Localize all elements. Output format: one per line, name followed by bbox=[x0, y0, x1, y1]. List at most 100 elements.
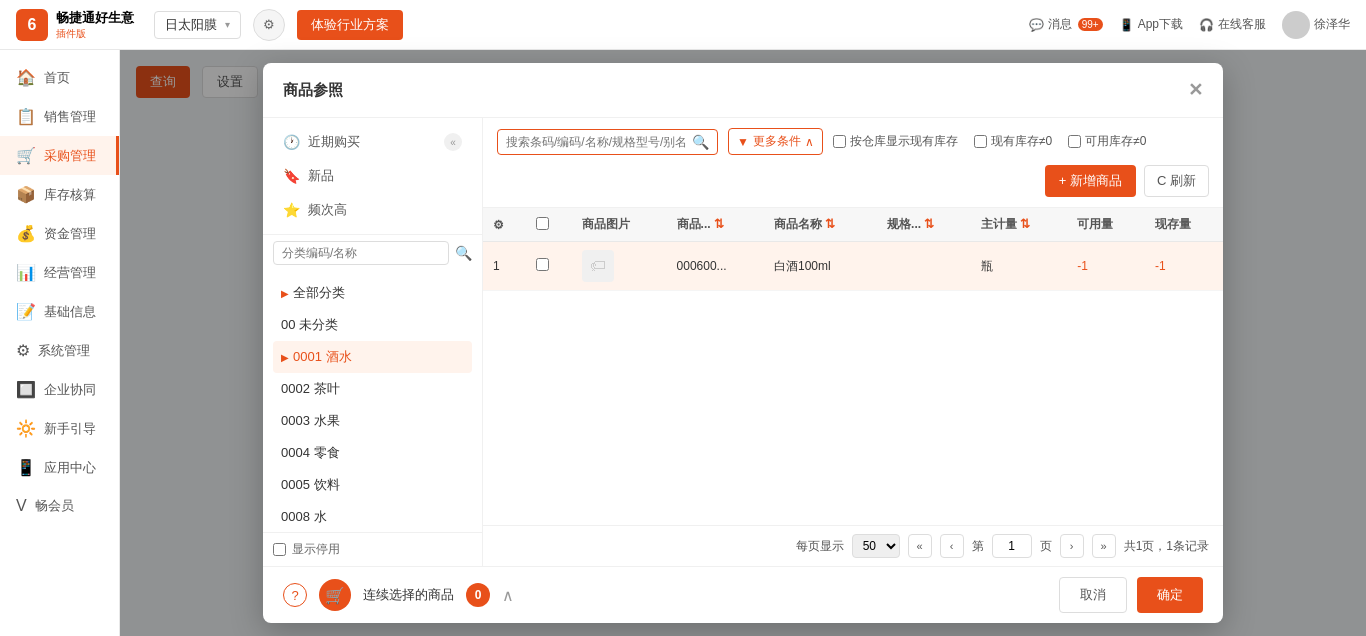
row-unit: 瓶 bbox=[971, 242, 1067, 291]
new-products-item[interactable]: 🔖 新品 bbox=[273, 160, 472, 192]
stock-checkbox-label[interactable]: 现有库存≠0 bbox=[974, 133, 1052, 150]
modal-close-button[interactable]: ✕ bbox=[1188, 79, 1203, 101]
sidebar-item-home[interactable]: 🏠 首页 bbox=[0, 58, 119, 97]
sidebar-item-sales[interactable]: 📋 销售管理 bbox=[0, 97, 119, 136]
col-available[interactable]: 可用量 bbox=[1067, 208, 1145, 242]
help-icon[interactable]: ? bbox=[283, 583, 307, 607]
category-tree: ▶ 全部分类 00 未分类 ▶ 0001 酒水 0002 茶 bbox=[263, 271, 482, 532]
page-input[interactable]: 1 bbox=[992, 534, 1032, 558]
search-icon[interactable]: 🔍 bbox=[692, 134, 709, 150]
sidebar-item-finance[interactable]: 💰 资金管理 bbox=[0, 214, 119, 253]
row-name: 白酒100ml bbox=[764, 242, 877, 291]
page-prev-button[interactable]: ‹ bbox=[940, 534, 964, 558]
sales-icon: 📋 bbox=[16, 107, 36, 126]
product-reference-modal: 商品参照 ✕ 🕐 近期购买 « bbox=[263, 63, 1223, 623]
cat-item-fruit[interactable]: 0003 水果 bbox=[273, 405, 472, 437]
sidebar-item-system[interactable]: ⚙ 系统管理 bbox=[0, 331, 119, 370]
page-next-button[interactable]: › bbox=[1060, 534, 1084, 558]
row-checkbox-cell[interactable] bbox=[526, 242, 572, 291]
main-layout: 🏠 首页 📋 销售管理 🛒 采购管理 📦 库存核算 💰 资金管理 📊 经营管理 … bbox=[0, 50, 1366, 636]
app-download-nav-item[interactable]: 📱 App下载 bbox=[1119, 16, 1183, 33]
headset-icon: 🎧 bbox=[1199, 18, 1214, 32]
col-stock[interactable]: 现存量 bbox=[1145, 208, 1223, 242]
col-image: 商品图片 bbox=[572, 208, 667, 242]
sidebar-item-business[interactable]: 📊 经营管理 bbox=[0, 253, 119, 292]
user-nav-item[interactable]: 徐泽华 bbox=[1282, 11, 1350, 39]
cat-item-all[interactable]: ▶ 全部分类 bbox=[273, 277, 472, 309]
app-icon: 📱 bbox=[16, 458, 36, 477]
cat-item-uncat[interactable]: 00 未分类 bbox=[273, 309, 472, 341]
cat-item-alcohol[interactable]: ▶ 0001 酒水 bbox=[273, 341, 472, 373]
nav-right: 💬 消息 99+ 📱 App下载 🎧 在线客服 徐泽华 bbox=[1029, 11, 1350, 39]
show-disabled-checkbox[interactable] bbox=[273, 543, 286, 556]
sidebar-item-enterprise[interactable]: 🔲 企业协同 bbox=[0, 370, 119, 409]
messages-nav-item[interactable]: 💬 消息 99+ bbox=[1029, 16, 1103, 33]
table-row[interactable]: 1 🏷 000600... 白酒100ml bbox=[483, 242, 1223, 291]
sidebar-item-inventory[interactable]: 📦 库存核算 bbox=[0, 175, 119, 214]
available-checkbox[interactable] bbox=[1068, 135, 1081, 148]
store-selector[interactable]: 日太阳膜 ▾ bbox=[154, 11, 241, 39]
page-prefix-label: 第 bbox=[972, 538, 984, 555]
sidebar-item-purchase[interactable]: 🛒 采购管理 bbox=[0, 136, 119, 175]
row-checkbox[interactable] bbox=[536, 258, 549, 271]
filter-icon: ▼ bbox=[737, 135, 749, 149]
filter-checkboxes: 按仓库显示现有库存 现有库存≠0 可用库存≠0 bbox=[833, 133, 1147, 150]
service-nav-item[interactable]: 🎧 在线客服 bbox=[1199, 16, 1266, 33]
page-total-info: 共1页，1条记录 bbox=[1124, 538, 1209, 555]
selected-count-badge: 0 bbox=[466, 583, 490, 607]
experience-button[interactable]: 体验行业方案 bbox=[297, 10, 403, 40]
chevron-up-icon: ∧ bbox=[805, 135, 814, 149]
add-product-button[interactable]: + 新增商品 bbox=[1045, 165, 1136, 197]
col-spec[interactable]: 规格... ⇅ bbox=[877, 208, 971, 242]
page-first-button[interactable]: « bbox=[908, 534, 932, 558]
product-toolbar: 🔍 ▼ 更多条件 ∧ 按仓库显示现有库存 bbox=[483, 118, 1223, 208]
modal-body: 🕐 近期购买 « 🔖 新品 ⭐ 频次高 bbox=[263, 118, 1223, 566]
cart-button[interactable]: 🛒 bbox=[319, 579, 351, 611]
frequent-item[interactable]: ⭐ 频次高 bbox=[273, 194, 472, 226]
settings-icon[interactable]: ⚙ bbox=[253, 9, 285, 41]
sidebar-item-member[interactable]: V 畅会员 bbox=[0, 487, 119, 525]
sidebar-item-basic[interactable]: 📝 基础信息 bbox=[0, 292, 119, 331]
col-code[interactable]: 商品... ⇅ bbox=[667, 208, 764, 242]
warehouse-checkbox-label[interactable]: 按仓库显示现有库存 bbox=[833, 133, 958, 150]
warehouse-checkbox[interactable] bbox=[833, 135, 846, 148]
show-disabled-row: 显示停用 bbox=[263, 532, 482, 566]
col-name[interactable]: 商品名称 ⇅ bbox=[764, 208, 877, 242]
sidebar-item-guide[interactable]: 🔆 新手引导 bbox=[0, 409, 119, 448]
sidebar-item-app[interactable]: 📱 应用中心 bbox=[0, 448, 119, 487]
collapse-button[interactable]: « bbox=[444, 133, 462, 151]
col-check[interactable] bbox=[526, 208, 572, 242]
cat-item-tea[interactable]: 0002 茶叶 bbox=[273, 373, 472, 405]
refresh-button[interactable]: C 刷新 bbox=[1144, 165, 1209, 197]
per-page-select[interactable]: 50 bbox=[852, 534, 900, 558]
product-search-input[interactable] bbox=[506, 135, 686, 149]
row-index: 1 bbox=[483, 242, 526, 291]
filter-button[interactable]: ▼ 更多条件 ∧ bbox=[728, 128, 823, 155]
per-page-label: 每页显示 bbox=[796, 538, 844, 555]
category-search-input[interactable] bbox=[273, 241, 449, 265]
category-search-icon[interactable]: 🔍 bbox=[455, 245, 472, 261]
col-config[interactable]: ⚙ bbox=[483, 208, 526, 242]
cat-item-snack[interactable]: 0004 零食 bbox=[273, 437, 472, 469]
logo-area: 6 畅捷通好生意 插件版 bbox=[16, 9, 134, 41]
avatar bbox=[1282, 11, 1310, 39]
cat-item-water[interactable]: 0008 水 bbox=[273, 501, 472, 532]
category-search-row: 🔍 bbox=[263, 234, 482, 271]
chevron-up-icon[interactable]: ∧ bbox=[502, 586, 514, 605]
home-icon: 🏠 bbox=[16, 68, 36, 87]
product-search-bar: 🔍 bbox=[497, 129, 718, 155]
recent-purchases-item[interactable]: 🕐 近期购买 « bbox=[273, 126, 472, 158]
message-icon: 💬 bbox=[1029, 18, 1044, 32]
page-last-button[interactable]: » bbox=[1092, 534, 1116, 558]
select-all-checkbox[interactable] bbox=[536, 217, 549, 230]
footer-actions: 取消 确定 bbox=[1059, 577, 1203, 613]
confirm-button[interactable]: 确定 bbox=[1137, 577, 1203, 613]
purchase-icon: 🛒 bbox=[16, 146, 36, 165]
cat-item-drink[interactable]: 0005 饮料 bbox=[273, 469, 472, 501]
cancel-button[interactable]: 取消 bbox=[1059, 577, 1127, 613]
stock-checkbox[interactable] bbox=[974, 135, 987, 148]
pagination: 每页显示 50 « ‹ 第 1 页 › » 共1页，1条记录 bbox=[483, 525, 1223, 566]
expand-icon-2: ▶ bbox=[281, 352, 289, 363]
col-unit[interactable]: 主计量 ⇅ bbox=[971, 208, 1067, 242]
available-checkbox-label[interactable]: 可用库存≠0 bbox=[1068, 133, 1146, 150]
